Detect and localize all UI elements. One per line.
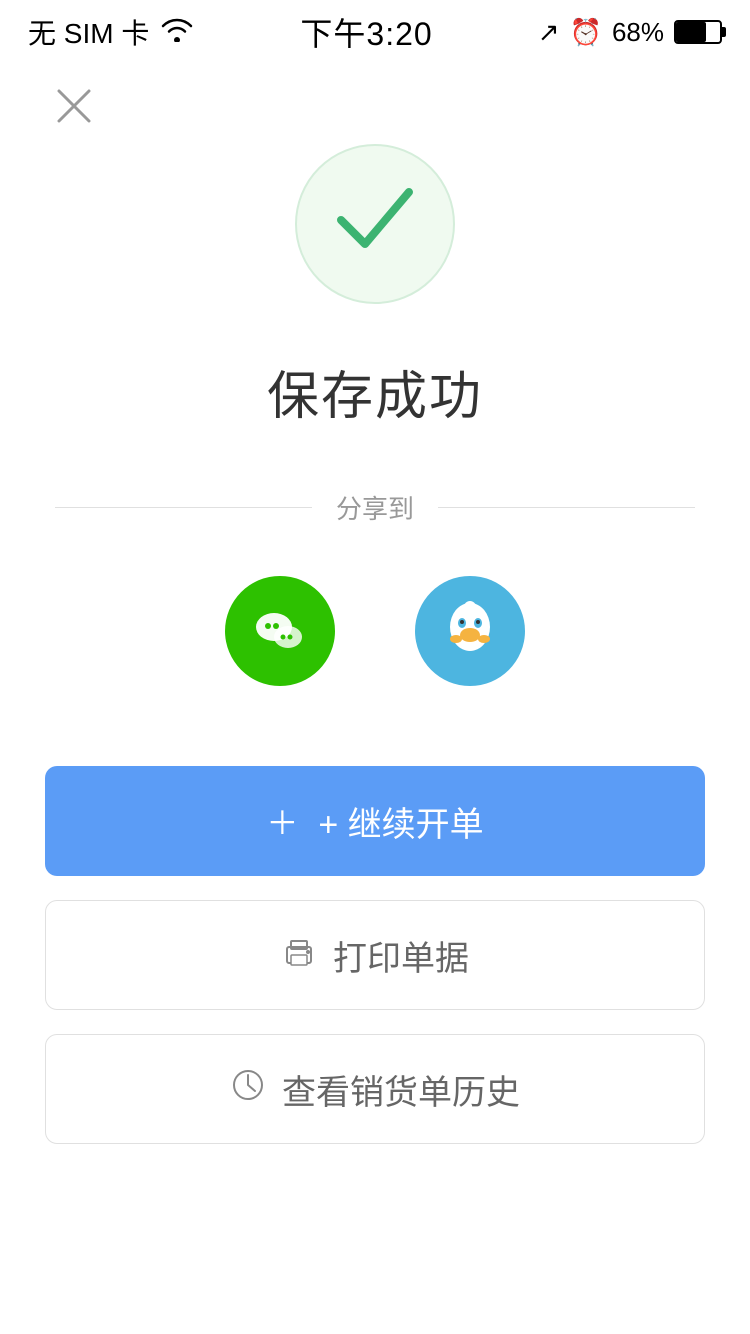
share-icons xyxy=(225,576,525,686)
carrier-text: 无 SIM 卡 xyxy=(28,12,149,52)
close-button[interactable] xyxy=(46,78,102,134)
clock-icon xyxy=(230,1067,266,1111)
location-icon: ↗ xyxy=(538,17,560,48)
checkmark-icon xyxy=(335,184,415,264)
continue-button[interactable]: ＋ + 继续开单 xyxy=(45,766,705,876)
battery-icon xyxy=(674,20,722,44)
status-bar: 无 SIM 卡 下午3:20 ↗ ⏰ 68% xyxy=(0,0,750,64)
main-content: 保存成功 分享到 xyxy=(0,64,750,1144)
divider-line-right xyxy=(438,507,695,508)
share-divider: 分享到 xyxy=(55,489,695,526)
success-circle xyxy=(295,144,455,304)
status-left: 无 SIM 卡 xyxy=(28,12,195,52)
history-button[interactable]: 查看销货单历史 xyxy=(45,1034,705,1144)
wifi-icon xyxy=(159,16,195,49)
status-right: ↗ ⏰ 68% xyxy=(538,17,722,48)
share-label: 分享到 xyxy=(312,489,438,526)
divider-line-left xyxy=(55,507,312,508)
history-label: 查看销货单历史 xyxy=(282,1065,520,1114)
qq-share-button[interactable] xyxy=(415,576,525,686)
action-buttons: ＋ + 继续开单 打印单据 查看销货单历 xyxy=(45,766,705,1144)
continue-label: + 继续开单 xyxy=(318,797,483,846)
success-title: 保存成功 xyxy=(267,354,483,429)
wechat-share-button[interactable] xyxy=(225,576,335,686)
plus-icon: ＋ xyxy=(266,798,298,844)
alarm-icon: ⏰ xyxy=(570,17,602,48)
print-label: 打印单据 xyxy=(333,931,469,980)
printer-icon xyxy=(281,933,317,977)
print-button[interactable]: 打印单据 xyxy=(45,900,705,1010)
status-time: 下午3:20 xyxy=(300,9,432,55)
battery-text: 68% xyxy=(612,17,664,48)
